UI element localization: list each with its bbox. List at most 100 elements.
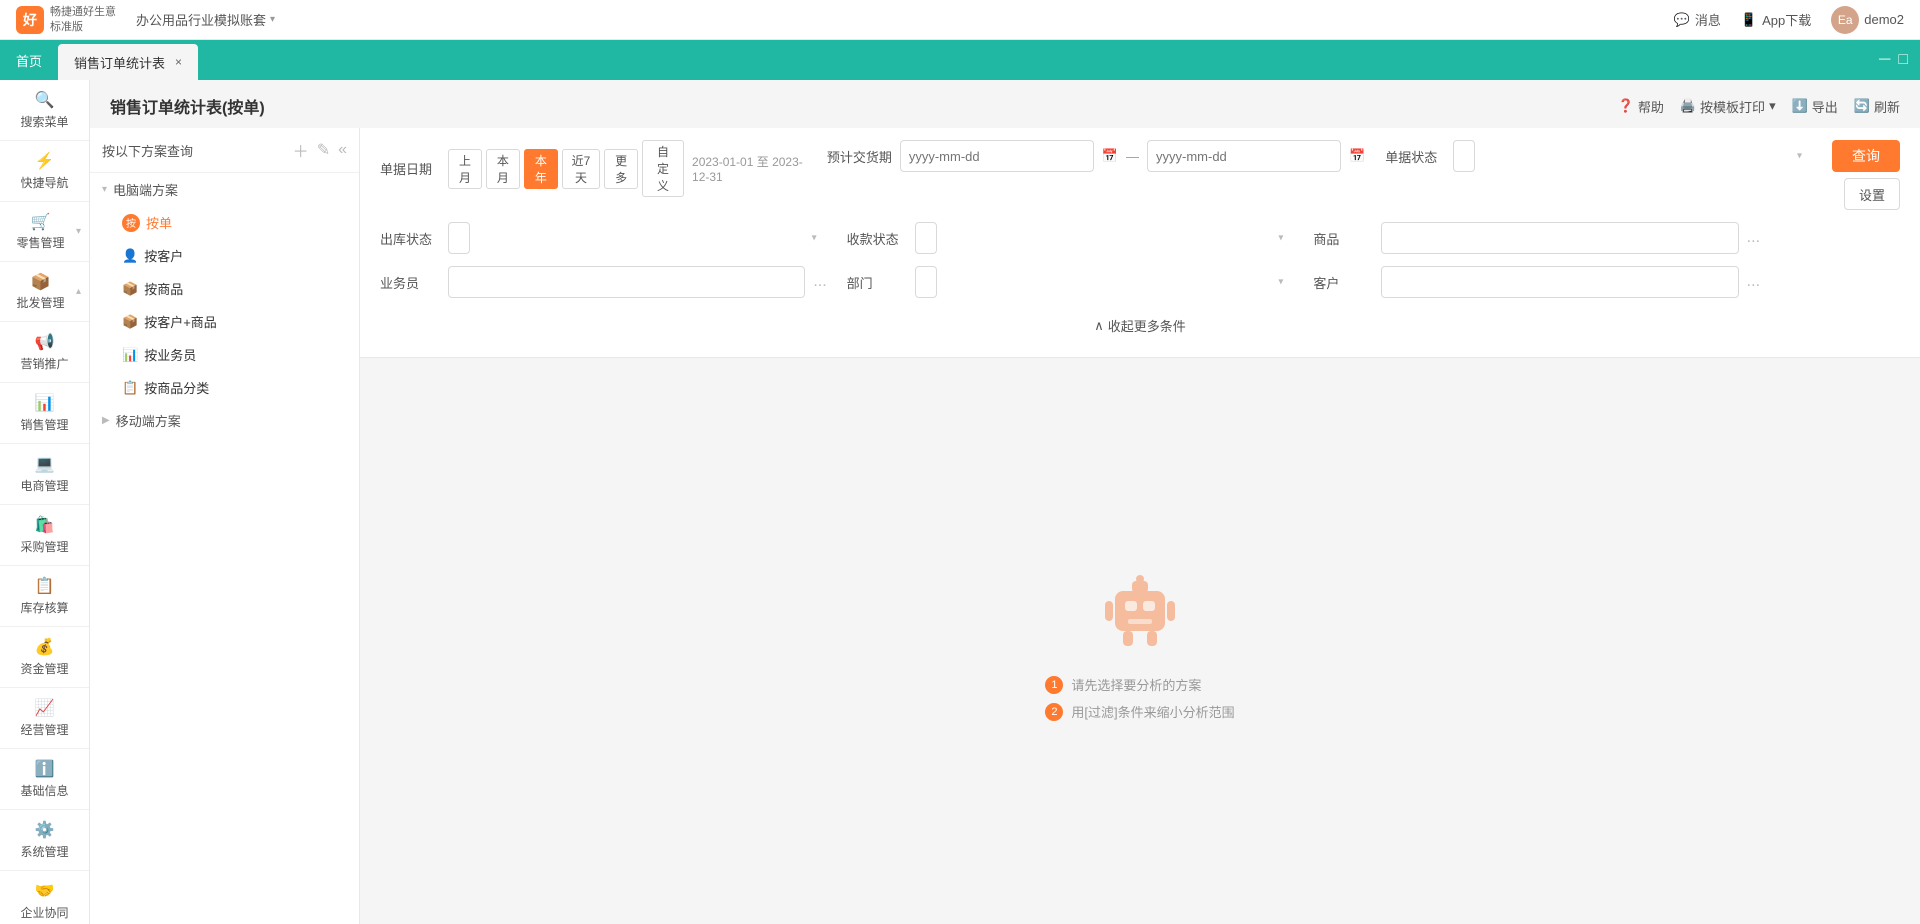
goods-input[interactable] [1381, 222, 1738, 254]
window-minimize-icon[interactable]: ─ [1879, 51, 1890, 69]
quick-nav-icon: ⚡ [35, 151, 55, 171]
download-button[interactable]: 📱 App下载 [1741, 10, 1811, 29]
dept-select[interactable] [915, 266, 937, 298]
calendar-icon-1: 📅 [1102, 148, 1118, 164]
filter-area: 单据日期 上月 本月 本年 近7天 更多 自定义 2023-01-01 至 20… [360, 128, 1920, 358]
print-icon: 🖨️ [1680, 98, 1696, 114]
scheme-by-staff[interactable]: 📊 按业务员 [102, 338, 359, 371]
action-buttons: 查询 设置 [1832, 140, 1900, 210]
refresh-button[interactable]: 🔄 刷新 [1854, 97, 1900, 116]
help-icon: ❓ [1618, 98, 1634, 114]
date-btn-more[interactable]: 更多 [604, 149, 638, 189]
date-quick-btns: 上月 本月 本年 近7天 更多 自定义 [448, 140, 684, 197]
staff-dots-icon[interactable]: ... [813, 273, 826, 291]
logo-icon: 好 [16, 6, 44, 34]
collapse-button[interactable]: ∧ 收起更多条件 [1094, 316, 1186, 335]
filter-row-1: 单据日期 上月 本月 本年 近7天 更多 自定义 2023-01-01 至 20… [380, 140, 1900, 210]
date-btn-this-month[interactable]: 本月 [486, 149, 520, 189]
window-maximize-icon[interactable]: □ [1898, 51, 1908, 69]
user-area[interactable]: Ea demo2 [1831, 6, 1904, 34]
status-select[interactable] [1453, 140, 1475, 172]
empty-hint-2: 2 用[过滤]条件来缩小分析范围 [1045, 702, 1234, 721]
scheme-by-category[interactable]: 📋 按商品分类 [102, 371, 359, 404]
setting-button[interactable]: 设置 [1844, 178, 1900, 210]
date-btn-custom[interactable]: 自定义 [642, 140, 684, 197]
left-panel-header: 按以下方案查询 ＋ ✎ « [90, 128, 359, 173]
sidebar-item-sales[interactable]: 📊 销售管理 [0, 383, 89, 444]
expected-date-to[interactable] [1147, 140, 1341, 172]
left-panel-title: 按以下方案查询 [102, 141, 193, 160]
customer-dots-icon[interactable]: ... [1747, 273, 1760, 291]
logo-area: 好 畅捷通好生意 标准版 [16, 5, 116, 34]
sidebar-item-finance[interactable]: 💰 资金管理 [0, 627, 89, 688]
basic-icon: ℹ️ [35, 759, 55, 779]
print-arrow-icon: ▾ [1769, 98, 1776, 114]
tab-bar: 首页 销售订单统计表 × ─ □ [0, 40, 1920, 80]
sidebar-item-collab[interactable]: 🤝 企业协同 [0, 871, 89, 924]
empty-state: 1 请先选择要分析的方案 2 用[过滤]条件来缩小分析范围 [360, 358, 1920, 924]
scheme-by-order[interactable]: 按 按单 [102, 206, 359, 239]
tab-close-icon[interactable]: × [175, 55, 182, 69]
customer-cell: 客户 ... [1313, 266, 1760, 298]
sidebar-item-quick-nav[interactable]: ⚡ 快捷导航 [0, 141, 89, 202]
sidebar-item-retail[interactable]: 🛒 零售管理 ▾ [0, 202, 89, 262]
staff-cell: 业务员 ... [380, 266, 827, 298]
scheme-by-goods[interactable]: 📦 按商品 [102, 272, 359, 305]
left-panel: 按以下方案查询 ＋ ✎ « ▾ 电脑端方案 按 按单 [90, 128, 360, 924]
export-button[interactable]: ⬇️ 导出 [1792, 97, 1838, 116]
pay-status-cell: 收款状态 ▾ [847, 222, 1294, 254]
customer-input[interactable] [1381, 266, 1738, 298]
sidebar-item-basic[interactable]: ℹ️ 基础信息 [0, 749, 89, 810]
sidebar-item-inventory[interactable]: 📋 库存核算 [0, 566, 89, 627]
scheme-staff-icon: 📊 [122, 347, 138, 363]
right-portion: 单据日期 上月 本月 本年 近7天 更多 自定义 2023-01-01 至 20… [360, 128, 1920, 924]
ship-status-select[interactable] [448, 222, 470, 254]
sidebar-item-operation[interactable]: 📈 经营管理 [0, 688, 89, 749]
sidebar-item-search[interactable]: 🔍 搜索菜单 [0, 80, 89, 141]
pay-status-select[interactable] [915, 222, 937, 254]
hint-num-2: 2 [1045, 703, 1063, 721]
staff-input[interactable] [448, 266, 805, 298]
sales-icon: 📊 [35, 393, 55, 413]
date-btn-this-year[interactable]: 本年 [524, 149, 558, 189]
status-arrow-icon: ▾ [1797, 151, 1802, 162]
scheme-cg-icon: 📦 [122, 314, 138, 330]
pc-group-label[interactable]: ▾ 电脑端方案 [90, 173, 359, 206]
app-selector-arrow-icon: ▾ [270, 14, 275, 25]
date-btn-last-month[interactable]: 上月 [448, 149, 482, 189]
empty-hints: 1 请先选择要分析的方案 2 用[过滤]条件来缩小分析范围 [1045, 675, 1234, 721]
scheme-by-customer[interactable]: 👤 按客户 [102, 239, 359, 272]
date-btn-7days[interactable]: 近7天 [562, 149, 600, 189]
tab-home[interactable]: 首页 [0, 40, 58, 80]
retail-arrow-icon: ▾ [76, 226, 81, 237]
date-range-text: 2023-01-01 至 2023-12-31 [692, 153, 807, 184]
user-avatar: Ea [1831, 6, 1859, 34]
help-button[interactable]: ❓ 帮助 [1618, 97, 1664, 116]
mobile-group-label[interactable]: ▶ 移动端方案 [90, 404, 359, 437]
goods-dots-icon[interactable]: ... [1747, 229, 1760, 247]
message-button[interactable]: 💬 消息 [1674, 10, 1721, 29]
scheme-by-customer-goods[interactable]: 📦 按客户+商品 [102, 305, 359, 338]
tab-sales-order[interactable]: 销售订单统计表 × [58, 44, 198, 80]
add-scheme-icon[interactable]: ＋ [293, 138, 309, 162]
sidebar-item-wholesale[interactable]: 📦 批发管理 ▴ [0, 262, 89, 322]
sidebar-item-ecom[interactable]: 💻 电商管理 [0, 444, 89, 505]
main-layout: 🔍 搜索菜单 ⚡ 快捷导航 🛒 零售管理 ▾ 📦 批发管理 ▴ 📢 营销推广 [0, 80, 1920, 924]
collapse-panel-icon[interactable]: « [338, 141, 347, 159]
expected-date-from[interactable] [900, 140, 1094, 172]
dept-arrow-icon: ▾ [1278, 277, 1283, 288]
scheme-goods-icon: 📦 [122, 281, 138, 297]
content-wrapper: 按以下方案查询 ＋ ✎ « ▾ 电脑端方案 按 按单 [90, 128, 1920, 924]
calendar-icon-2: 📅 [1349, 148, 1365, 164]
query-button[interactable]: 查询 [1832, 140, 1900, 172]
sidebar-item-marketing[interactable]: 📢 营销推广 [0, 322, 89, 383]
message-icon: 💬 [1674, 12, 1690, 28]
print-button[interactable]: 🖨️ 按模板打印 ▾ [1680, 97, 1776, 116]
sidebar-item-purchase[interactable]: 🛍️ 采购管理 [0, 505, 89, 566]
sidebar-item-system[interactable]: ⚙️ 系统管理 [0, 810, 89, 871]
expected-date-cell: 预计交货期 📅 — 📅 [827, 140, 1365, 172]
edit-scheme-icon[interactable]: ✎ [317, 140, 330, 160]
app-selector[interactable]: 办公用品行业模拟账套 ▾ [136, 10, 275, 29]
left-panel-icons: ＋ ✎ « [293, 138, 347, 162]
top-bar-right: 💬 消息 📱 App下载 Ea demo2 [1674, 6, 1904, 34]
